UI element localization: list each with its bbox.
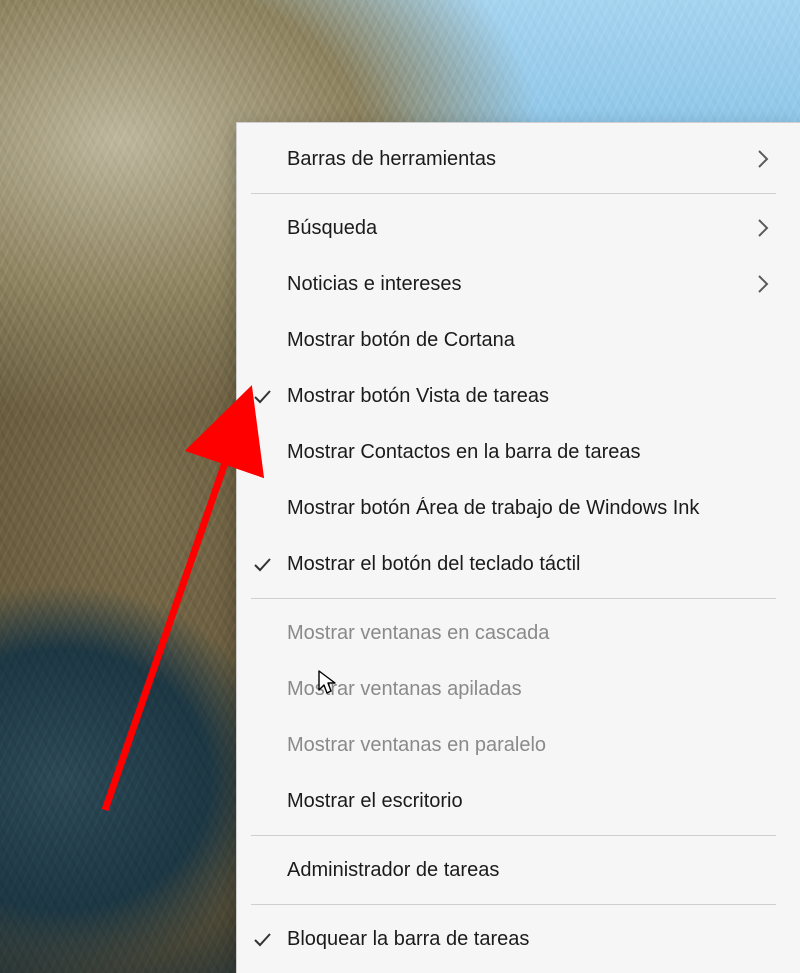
menu-item-taskbar-settings[interactable]: Configuración de la barra de tareas <box>237 967 800 973</box>
chevron-right-icon <box>750 149 776 169</box>
chevron-right-icon <box>750 218 776 238</box>
menu-item-parallel: Mostrar ventanas en paralelo <box>237 717 800 773</box>
menu-item-label: Mostrar botón Vista de tareas <box>287 385 750 408</box>
menu-item-task-manager[interactable]: Administrador de tareas <box>237 842 800 898</box>
check-icon <box>237 386 287 406</box>
menu-item-label: Mostrar ventanas en paralelo <box>287 734 750 757</box>
menu-item-label: Noticias e intereses <box>287 273 750 296</box>
menu-item-label: Mostrar ventanas en cascada <box>287 622 750 645</box>
menu-item-label: Mostrar botón de Cortana <box>287 329 750 352</box>
menu-item-cortana[interactable]: Mostrar botón de Cortana <box>237 312 800 368</box>
menu-item-taskview[interactable]: Mostrar botón Vista de tareas <box>237 368 800 424</box>
menu-item-lock-taskbar[interactable]: Bloquear la barra de tareas <box>237 911 800 967</box>
menu-item-stacked: Mostrar ventanas apiladas <box>237 661 800 717</box>
menu-item-toolbars[interactable]: Barras de herramientas <box>237 131 800 187</box>
menu-item-news[interactable]: Noticias e intereses <box>237 256 800 312</box>
menu-separator <box>251 598 776 599</box>
menu-item-label: Búsqueda <box>287 217 750 240</box>
menu-item-label: Administrador de tareas <box>287 859 750 882</box>
menu-item-label: Mostrar Contactos en la barra de tareas <box>287 441 750 464</box>
menu-item-label: Bloquear la barra de tareas <box>287 928 750 951</box>
menu-separator <box>251 193 776 194</box>
menu-item-touch-keyboard[interactable]: Mostrar el botón del teclado táctil <box>237 536 800 592</box>
menu-separator <box>251 835 776 836</box>
taskbar-context-menu: Barras de herramientas Búsqueda Noticias… <box>236 122 800 973</box>
menu-item-label: Mostrar botón Área de trabajo de Windows… <box>287 497 750 520</box>
menu-item-label: Mostrar el escritorio <box>287 790 750 813</box>
menu-item-label: Mostrar el botón del teclado táctil <box>287 553 750 576</box>
menu-item-label: Mostrar ventanas apiladas <box>287 678 750 701</box>
menu-separator <box>251 904 776 905</box>
check-icon <box>237 554 287 574</box>
menu-item-label: Barras de herramientas <box>287 148 750 171</box>
menu-item-cascade: Mostrar ventanas en cascada <box>237 605 800 661</box>
check-icon <box>237 929 287 949</box>
menu-item-contacts[interactable]: Mostrar Contactos en la barra de tareas <box>237 424 800 480</box>
menu-item-ink[interactable]: Mostrar botón Área de trabajo de Windows… <box>237 480 800 536</box>
menu-item-search[interactable]: Búsqueda <box>237 200 800 256</box>
chevron-right-icon <box>750 274 776 294</box>
menu-item-show-desktop[interactable]: Mostrar el escritorio <box>237 773 800 829</box>
